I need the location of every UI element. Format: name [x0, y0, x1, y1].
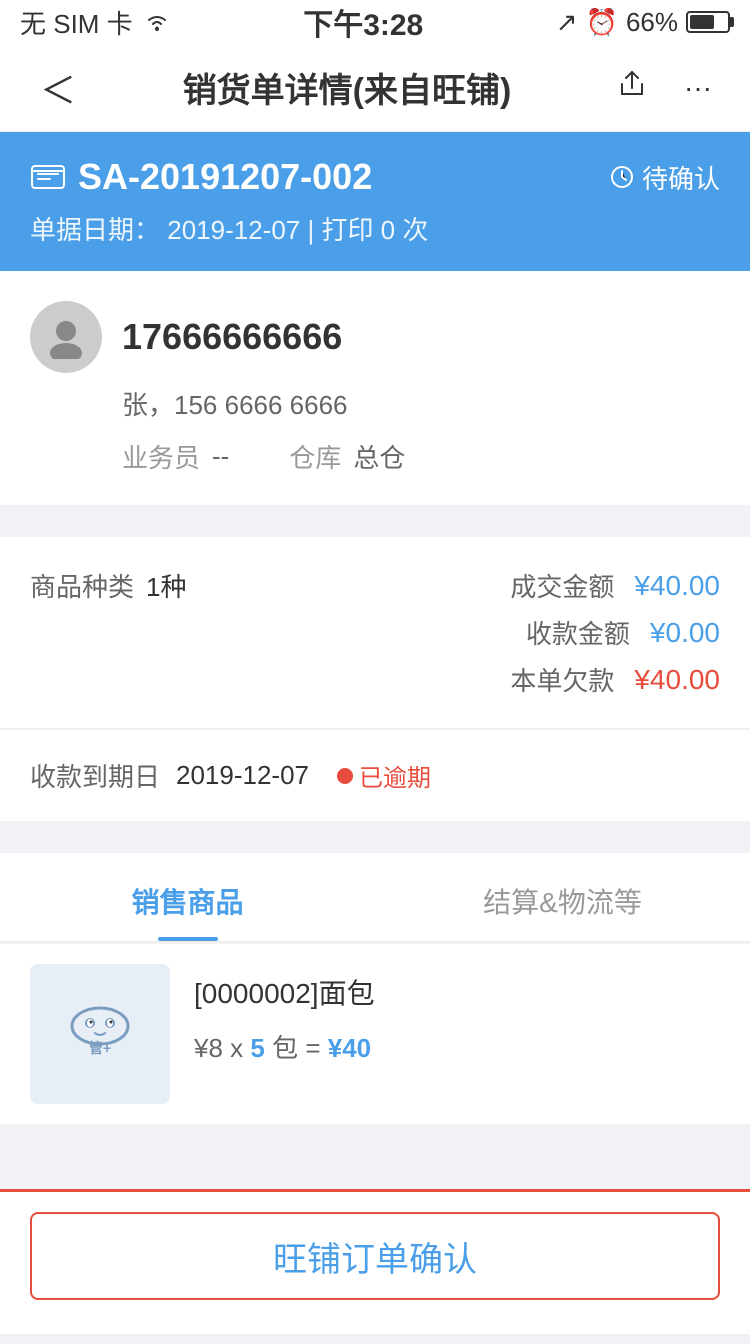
- owed-amount-row: 本单欠款 ¥40.00: [510, 661, 720, 698]
- owed-amount-label: 本单欠款: [510, 661, 614, 698]
- product-logo: 管+: [60, 1001, 140, 1068]
- product-price-row: ¥8 x 5 包 = ¥40: [194, 1028, 720, 1065]
- bottom-bar: 旺铺订单确认: [0, 1189, 750, 1334]
- nav-bar: ＜ 销货单详情(来自旺铺) ···: [0, 44, 750, 132]
- status-bar: 无 SIM 卡 下午3:28 ↗ ⏰ 66%: [0, 0, 750, 44]
- customer-section: 17666666666 张，156 6666 6666 业务员 -- 仓库 总仓: [0, 271, 750, 505]
- deal-amount-row: 成交金额 ¥40.00: [510, 567, 720, 604]
- deal-amount-value: ¥40.00: [634, 570, 720, 602]
- tab-sales-products[interactable]: 销售商品: [0, 853, 375, 941]
- due-date-value: 2019-12-07: [176, 760, 309, 791]
- customer-avatar: [30, 301, 102, 373]
- battery-fill: [690, 15, 714, 29]
- overdue-dot-icon: [337, 768, 353, 784]
- customer-phone: 17666666666: [122, 316, 342, 358]
- overdue-text: 已逾期: [359, 758, 431, 793]
- share-button[interactable]: [608, 60, 656, 115]
- summary-section: 商品种类 1种 成交金额 ¥40.00 收款金额 ¥0.00 本单欠款 ¥40.…: [0, 537, 750, 728]
- product-item: 管+ [0000002]面包 ¥8 x 5 包 = ¥40: [30, 964, 720, 1104]
- warehouse: 仓库 总仓: [289, 438, 405, 475]
- product-info: [0000002]面包 ¥8 x 5 包 = ¥40: [194, 964, 720, 1065]
- carrier-text: 无 SIM 卡: [20, 4, 133, 41]
- due-section: 收款到期日 2019-12-07 已逾期: [0, 729, 750, 821]
- confirm-order-button[interactable]: 旺铺订单确认: [30, 1212, 720, 1300]
- customer-row: 17666666666: [30, 301, 720, 373]
- order-date: 单据日期： 2019-12-07 | 打印 0 次: [30, 210, 720, 247]
- svg-text:管+: 管+: [89, 1040, 111, 1056]
- battery-icon: [686, 11, 730, 33]
- order-id-text: SA-20191207-002: [78, 156, 372, 198]
- summary-left: 商品种类 1种: [30, 567, 186, 604]
- warehouse-value: 总仓: [353, 438, 405, 475]
- nav-title: 销货单详情(来自旺铺): [183, 63, 512, 112]
- unit: 包: [272, 1033, 298, 1063]
- wifi-icon: [143, 12, 171, 32]
- due-label: 收款到期日: [30, 757, 160, 794]
- tab-settlement[interactable]: 结算&物流等: [375, 853, 750, 941]
- order-header: SA-20191207-002 待确认 单据日期： 2019-12-07 | 打…: [0, 132, 750, 271]
- product-section: 管+ [0000002]面包 ¥8 x 5 包 = ¥40: [0, 944, 750, 1124]
- deal-amount-label: 成交金额: [510, 567, 614, 604]
- order-icon: [30, 162, 66, 192]
- unit-price: ¥8: [194, 1033, 223, 1063]
- sales-label: 业务员: [122, 438, 200, 475]
- tab-underline: [158, 937, 218, 941]
- status-time: 下午3:28: [303, 0, 423, 44]
- back-button[interactable]: ＜: [30, 52, 86, 124]
- product-type-value: 1种: [146, 567, 186, 604]
- status-right: ↗ ⏰ 66%: [556, 7, 730, 38]
- tabs-row: 销售商品 结算&物流等: [0, 853, 750, 941]
- product-type-label: 商品种类: [30, 567, 134, 604]
- nav-actions: ···: [608, 60, 720, 115]
- status-left: 无 SIM 卡: [20, 4, 171, 41]
- product-thumbnail: 管+: [30, 964, 170, 1104]
- equals-sign: =: [305, 1033, 327, 1063]
- multiply-sign: x: [230, 1033, 250, 1063]
- separator-1: [0, 521, 750, 537]
- order-status: 待确认: [610, 159, 720, 196]
- location-icon: ↗: [556, 7, 578, 38]
- overdue-badge: 已逾期: [325, 754, 443, 797]
- total-price: ¥40: [328, 1033, 371, 1063]
- status-text: 待确认: [642, 159, 720, 196]
- tabs-section: 销售商品 结算&物流等: [0, 853, 750, 942]
- customer-name: 张，156 6666 6666: [122, 385, 720, 422]
- product-type-row: 商品种类 1种: [30, 567, 186, 604]
- order-header-top: SA-20191207-002 待确认: [30, 156, 720, 198]
- product-name: [0000002]面包: [194, 972, 720, 1012]
- clock-icon: [610, 165, 634, 189]
- battery-text: 66%: [626, 7, 678, 38]
- alarm-icon: ⏰: [586, 7, 618, 38]
- owed-amount-value: ¥40.00: [634, 664, 720, 696]
- brand-icon: 管+: [60, 1001, 140, 1061]
- separator-2: [0, 821, 750, 837]
- warehouse-label: 仓库: [289, 438, 341, 475]
- received-amount-value: ¥0.00: [650, 617, 720, 649]
- received-amount-row: 收款金额 ¥0.00: [526, 614, 720, 651]
- sales-person: 业务员 --: [122, 438, 229, 475]
- sales-value: --: [212, 441, 229, 472]
- quantity: 5: [250, 1033, 264, 1063]
- more-button[interactable]: ···: [676, 64, 720, 112]
- avatar-icon: [44, 315, 88, 359]
- summary-right: 成交金额 ¥40.00 收款金额 ¥0.00 本单欠款 ¥40.00: [510, 567, 720, 698]
- customer-meta: 业务员 -- 仓库 总仓: [122, 438, 720, 475]
- received-amount-label: 收款金额: [526, 614, 630, 651]
- order-id: SA-20191207-002: [30, 156, 372, 198]
